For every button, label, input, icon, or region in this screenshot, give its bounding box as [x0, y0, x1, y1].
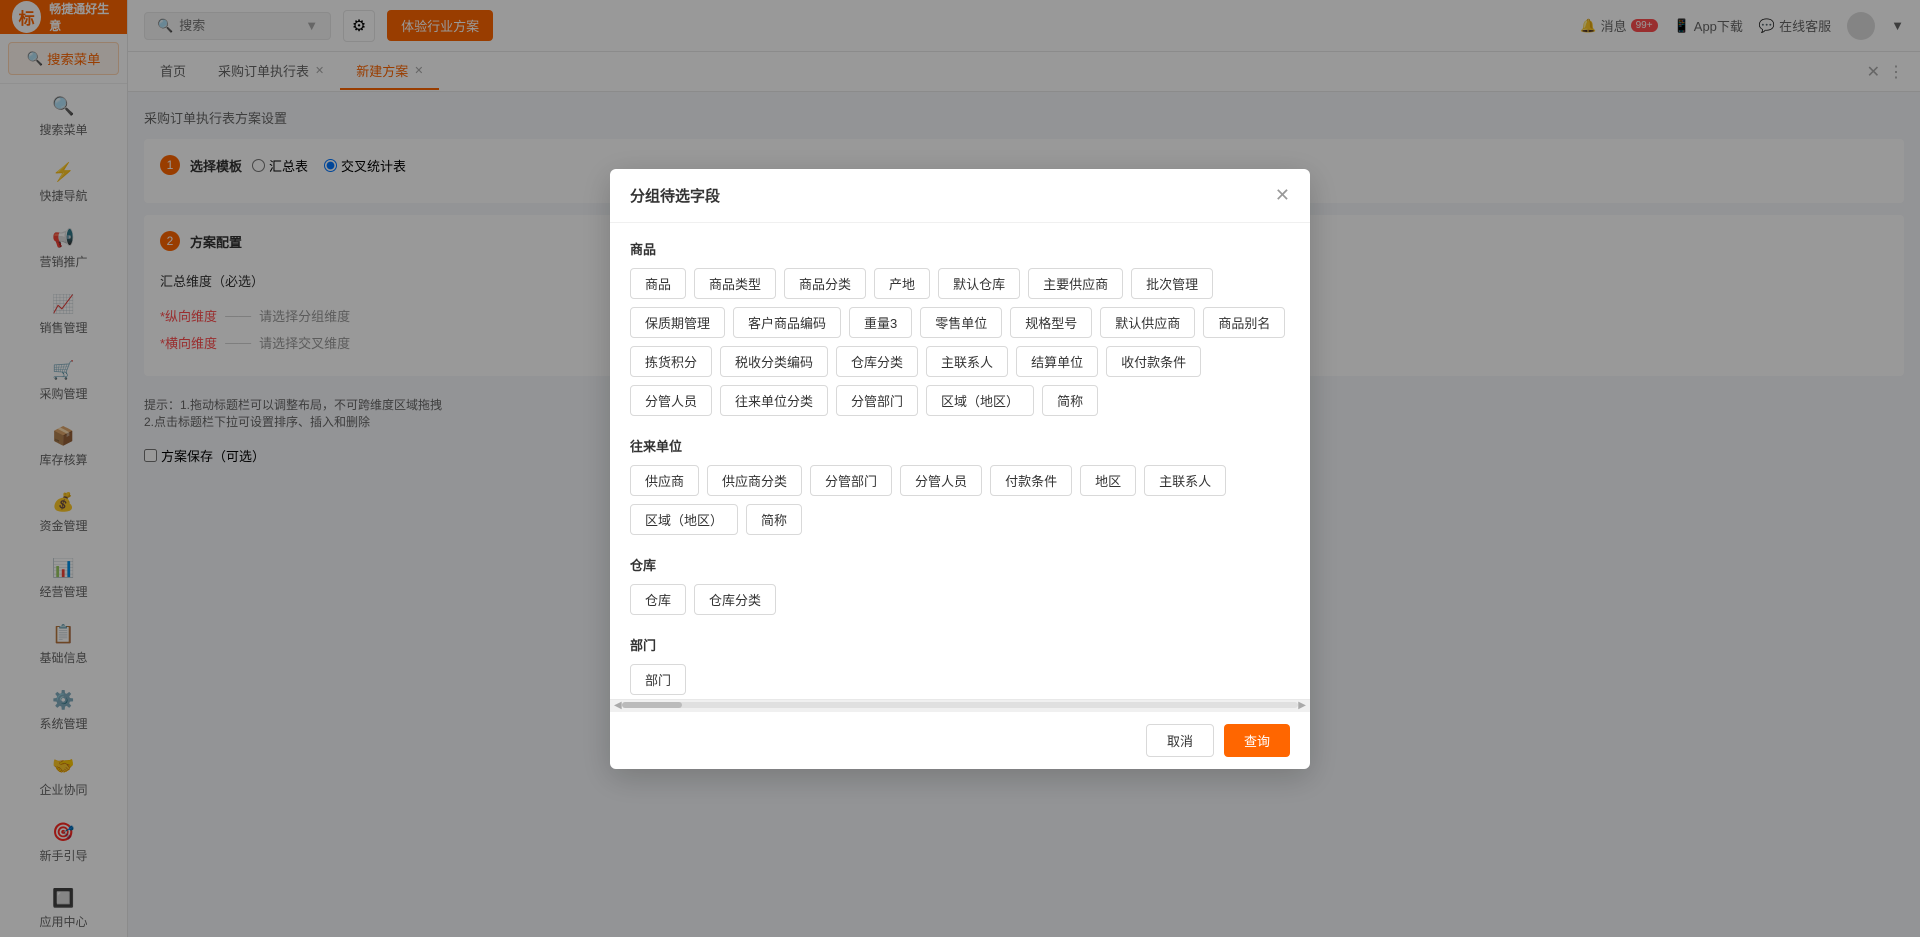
field-tag-付款条件[interactable]: 付款条件 [990, 465, 1072, 496]
field-tag-商品[interactable]: 商品 [630, 268, 686, 299]
modal-header: 分组待选字段 ✕ [610, 169, 1310, 223]
field-tag-分管人员[interactable]: 分管人员 [630, 385, 712, 416]
field-tag-默认供应商[interactable]: 默认供应商 [1100, 307, 1195, 338]
modal-hscroll: ◀ ▶ [610, 699, 1310, 711]
field-tag-简称[interactable]: 简称 [1042, 385, 1098, 416]
field-group-title-department: 部门 [630, 635, 1290, 654]
field-tag-拣货积分[interactable]: 拣货积分 [630, 346, 712, 377]
field-tag-分管部门[interactable]: 分管部门 [810, 465, 892, 496]
field-tags-warehouse: 仓库仓库分类 [630, 584, 1290, 615]
hscroll-track [622, 702, 1299, 708]
field-tag-商品别名[interactable]: 商品别名 [1203, 307, 1285, 338]
field-tag-收付款条件[interactable]: 收付款条件 [1106, 346, 1201, 377]
field-tag-保质期管理[interactable]: 保质期管理 [630, 307, 725, 338]
field-tag-分管部门[interactable]: 分管部门 [836, 385, 918, 416]
field-tags-partner: 供应商供应商分类分管部门分管人员付款条件地区主联系人区域（地区） 简称 [630, 465, 1290, 535]
field-group-warehouse: 仓库仓库仓库分类 [630, 555, 1290, 615]
field-group-title-goods: 商品 [630, 239, 1290, 258]
field-tag-区域（地区）[interactable]: 区域（地区） [926, 385, 1034, 416]
field-tag-主要供应商[interactable]: 主要供应商 [1028, 268, 1123, 299]
field-tag-地区[interactable]: 地区 [1080, 465, 1136, 496]
modal-close-btn[interactable]: ✕ [1275, 185, 1290, 206]
scroll-right-arrow[interactable]: ▶ [1298, 700, 1306, 711]
field-tag-仓库分类[interactable]: 仓库分类 [694, 584, 776, 615]
hscroll-thumb [622, 702, 682, 708]
field-tag-主联系人[interactable]: 主联系人 [926, 346, 1008, 377]
field-tag-结算单位[interactable]: 结算单位 [1016, 346, 1098, 377]
field-tag-商品分类[interactable]: 商品分类 [784, 268, 866, 299]
field-group-goods: 商品商品商品类型商品分类产地默认仓库主要供应商批次管理保质期管理客户商品编码重量… [630, 239, 1290, 416]
modal-body: 商品商品商品类型商品分类产地默认仓库主要供应商批次管理保质期管理客户商品编码重量… [610, 223, 1310, 699]
field-tag-客户商品编码[interactable]: 客户商品编码 [733, 307, 841, 338]
field-tag-规格型号[interactable]: 规格型号 [1010, 307, 1092, 338]
field-group-title-warehouse: 仓库 [630, 555, 1290, 574]
field-tag-供应商[interactable]: 供应商 [630, 465, 699, 496]
field-tag-简称[interactable]: 简称 [746, 504, 802, 535]
field-tag-商品类型[interactable]: 商品类型 [694, 268, 776, 299]
scroll-left-arrow[interactable]: ◀ [614, 700, 622, 711]
field-tag-批次管理[interactable]: 批次管理 [1131, 268, 1213, 299]
field-tag-产地[interactable]: 产地 [874, 268, 930, 299]
field-select-modal: 分组待选字段 ✕ 商品商品商品类型商品分类产地默认仓库主要供应商批次管理保质期管… [610, 169, 1310, 769]
field-tag-默认仓库[interactable]: 默认仓库 [938, 268, 1020, 299]
field-tags-goods: 商品商品类型商品分类产地默认仓库主要供应商批次管理保质期管理客户商品编码重量3 零… [630, 268, 1290, 416]
field-group-department: 部门部门 [630, 635, 1290, 695]
field-tag-部门[interactable]: 部门 [630, 664, 686, 695]
modal-cancel-btn[interactable]: 取消 [1146, 724, 1214, 757]
field-tag-往来单位分类[interactable]: 往来单位分类 [720, 385, 828, 416]
field-group-partner: 往来单位供应商供应商分类分管部门分管人员付款条件地区主联系人区域（地区） 简称 [630, 436, 1290, 535]
field-tag-仓库分类[interactable]: 仓库分类 [836, 346, 918, 377]
modal-footer: 取消 查询 [610, 711, 1310, 769]
field-tag-主联系人[interactable]: 主联系人 [1144, 465, 1226, 496]
field-tags-department: 部门 [630, 664, 1290, 695]
modal-confirm-btn[interactable]: 查询 [1224, 724, 1290, 757]
field-tag-分管人员[interactable]: 分管人员 [900, 465, 982, 496]
field-tag-供应商分类[interactable]: 供应商分类 [707, 465, 802, 496]
field-tag-仓库[interactable]: 仓库 [630, 584, 686, 615]
field-tag-区域（地区）[interactable]: 区域（地区） [630, 504, 738, 535]
modal-title: 分组待选字段 [630, 185, 720, 206]
field-group-title-partner: 往来单位 [630, 436, 1290, 455]
field-tag-税收分类编码[interactable]: 税收分类编码 [720, 346, 828, 377]
field-tag-零售单位[interactable]: 零售单位 [920, 307, 1002, 338]
field-tag-重量3[interactable]: 重量3 [849, 307, 912, 338]
